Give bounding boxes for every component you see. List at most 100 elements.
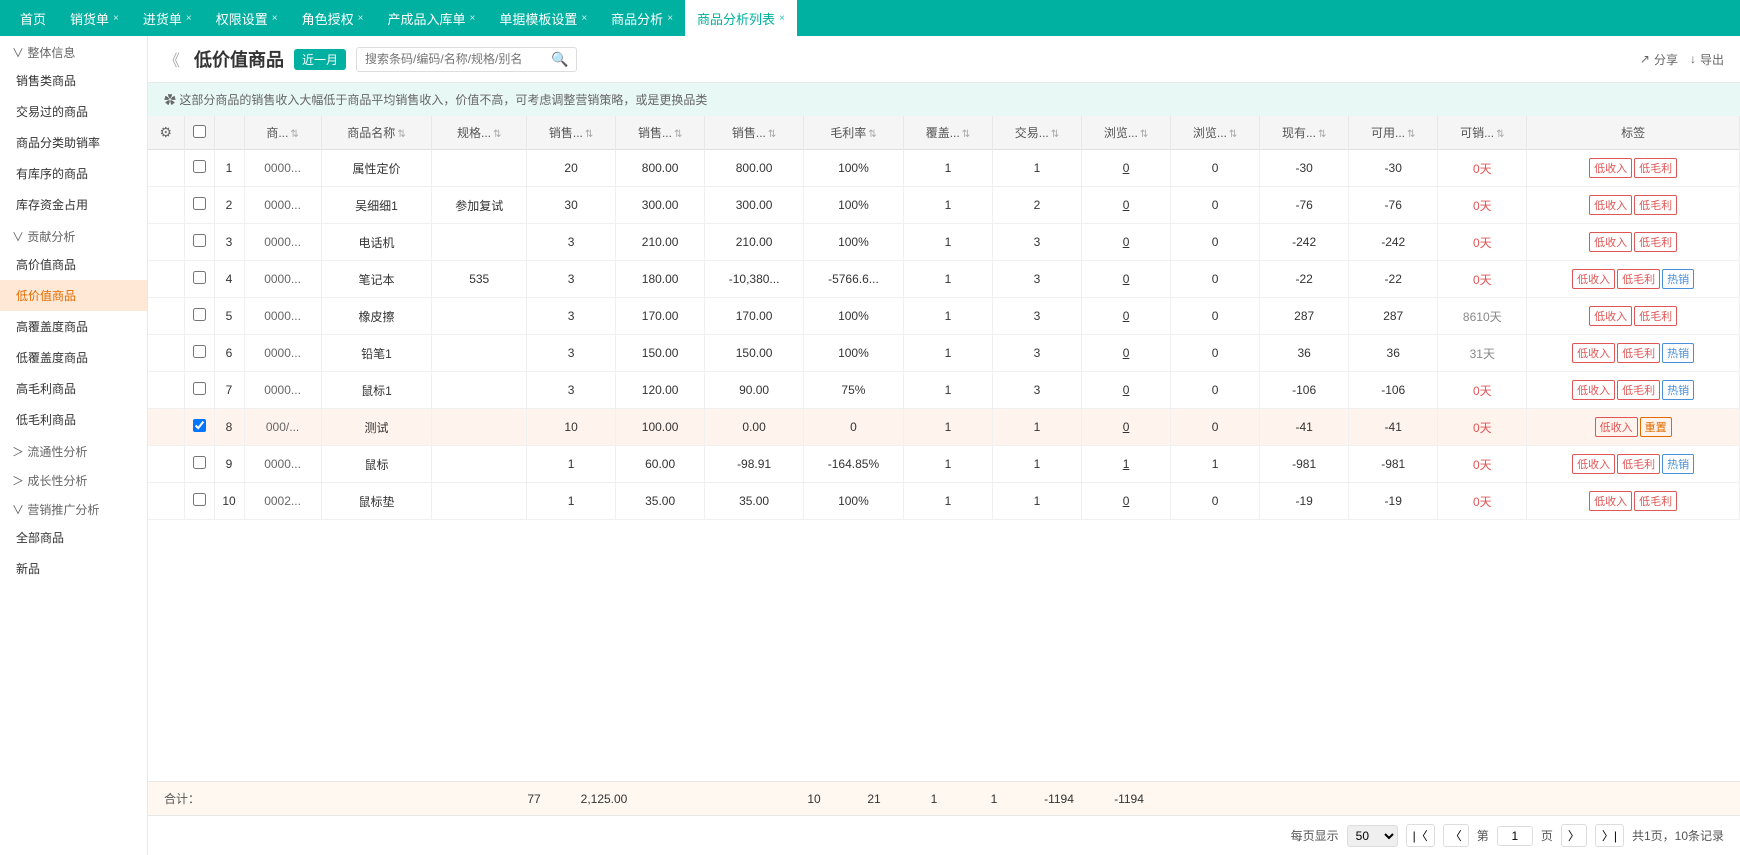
filter-tag[interactable]: 近一月: [294, 49, 346, 70]
page-number-input[interactable]: [1497, 826, 1533, 846]
sidebar-group-growth[interactable]: ＞ 成长性分析: [0, 464, 147, 493]
table-container[interactable]: ⚙ 商...⇅ 商品名称⇅ 规格...⇅ 销售...⇅ 销售...⇅ 销售...…: [148, 116, 1740, 781]
sidebar-item-traded-products[interactable]: 交易过的商品: [0, 96, 147, 127]
nav-item-roles[interactable]: 角色授权 ×: [290, 0, 376, 36]
next-page-button[interactable]: 〉: [1561, 824, 1587, 847]
close-icon[interactable]: ×: [779, 13, 785, 24]
row-checkbox[interactable]: [193, 308, 206, 321]
settings-col-header[interactable]: ⚙: [148, 116, 184, 150]
select-all-checkbox[interactable]: [193, 125, 206, 138]
views1-link[interactable]: 0: [1123, 420, 1130, 434]
col-sales-amount[interactable]: 销售...⇅: [616, 116, 705, 150]
sidebar-item-new-products[interactable]: 新品: [0, 553, 147, 584]
sidebar-group-marketing[interactable]: ∨ 营销推广分析: [0, 493, 147, 522]
sidebar-item-with-stock[interactable]: 有库序的商品: [0, 158, 147, 189]
close-icon[interactable]: ×: [358, 13, 364, 24]
col-code[interactable]: 商...⇅: [244, 116, 321, 150]
nav-item-warehouse[interactable]: 产成品入库单 ×: [375, 0, 487, 36]
views1-link[interactable]: 0: [1123, 383, 1130, 397]
search-input[interactable]: [365, 52, 545, 66]
close-icon[interactable]: ×: [581, 13, 587, 24]
sidebar-item-all-products[interactable]: 全部商品: [0, 522, 147, 553]
row-checkbox[interactable]: [193, 160, 206, 173]
views1-link[interactable]: 0: [1123, 161, 1130, 175]
row-checkbox-cell[interactable]: [184, 372, 214, 409]
row-checkbox-cell[interactable]: [184, 187, 214, 224]
sidebar-item-high-value[interactable]: 高价值商品: [0, 249, 147, 280]
row-checkbox[interactable]: [193, 345, 206, 358]
col-coverage[interactable]: 覆盖...⇅: [903, 116, 992, 150]
row-checkbox-cell[interactable]: [184, 446, 214, 483]
row-checkbox[interactable]: [193, 382, 206, 395]
sidebar-item-stock-capital[interactable]: 库存资金占用: [0, 189, 147, 220]
row-checkbox[interactable]: [193, 493, 206, 506]
nav-item-permissions[interactable]: 权限设置 ×: [204, 0, 290, 36]
nav-item-sales[interactable]: 销货单 ×: [58, 0, 131, 36]
row-checkbox-cell[interactable]: [184, 409, 214, 446]
row-checkbox[interactable]: [193, 234, 206, 247]
col-views1[interactable]: 浏览...⇅: [1082, 116, 1171, 150]
views1-link[interactable]: 0: [1123, 494, 1130, 508]
row-views1[interactable]: 1: [1082, 446, 1171, 483]
col-views2[interactable]: 浏览...⇅: [1171, 116, 1260, 150]
col-gross-rate[interactable]: 毛利率⇅: [804, 116, 904, 150]
export-button[interactable]: ↓ 导出: [1690, 51, 1724, 68]
nav-item-home[interactable]: 首页: [8, 0, 58, 36]
row-checkbox-cell[interactable]: [184, 224, 214, 261]
row-checkbox-cell[interactable]: [184, 261, 214, 298]
sidebar-item-low-coverage[interactable]: 低覆盖度商品: [0, 342, 147, 373]
col-sales-qty[interactable]: 销售...⇅: [527, 116, 616, 150]
sidebar-item-category-rate[interactable]: 商品分类助销率: [0, 127, 147, 158]
row-checkbox-cell[interactable]: [184, 298, 214, 335]
row-views1[interactable]: 0: [1082, 298, 1171, 335]
row-checkbox[interactable]: [193, 419, 206, 432]
settings-icon[interactable]: ⚙: [159, 124, 172, 140]
nav-item-template[interactable]: 单据模板设置 ×: [487, 0, 599, 36]
close-icon[interactable]: ×: [186, 13, 192, 24]
prev-page-button[interactable]: 〈: [1443, 824, 1469, 847]
close-icon[interactable]: ×: [113, 13, 119, 24]
sidebar-collapse-button[interactable]: 《: [164, 47, 180, 71]
views1-link[interactable]: 1: [1123, 457, 1130, 471]
col-transactions[interactable]: 交易...⇅: [992, 116, 1081, 150]
row-views1[interactable]: 0: [1082, 187, 1171, 224]
sidebar-group-overall[interactable]: ∨ 整体信息: [0, 36, 147, 65]
row-checkbox-cell[interactable]: [184, 483, 214, 520]
row-views1[interactable]: 0: [1082, 409, 1171, 446]
col-name[interactable]: 商品名称⇅: [321, 116, 432, 150]
row-checkbox-cell[interactable]: [184, 150, 214, 187]
col-spec[interactable]: 规格...⇅: [432, 116, 527, 150]
nav-item-analysis-list[interactable]: 商品分析列表 ×: [685, 0, 797, 36]
share-button[interactable]: ↗ 分享: [1640, 51, 1678, 68]
checkbox-col-header[interactable]: [184, 116, 214, 150]
nav-item-analysis[interactable]: 商品分析 ×: [599, 0, 685, 36]
row-checkbox-cell[interactable]: [184, 335, 214, 372]
row-checkbox[interactable]: [193, 271, 206, 284]
sidebar-item-low-value[interactable]: 低价值商品: [0, 280, 147, 311]
sidebar-group-contribution[interactable]: ∨ 贡献分析: [0, 220, 147, 249]
row-views1[interactable]: 0: [1082, 224, 1171, 261]
sidebar-group-circulation[interactable]: ＞ 流通性分析: [0, 435, 147, 464]
sidebar-item-low-margin[interactable]: 低毛利商品: [0, 404, 147, 435]
views1-link[interactable]: 0: [1123, 309, 1130, 323]
row-views1[interactable]: 0: [1082, 150, 1171, 187]
col-stock[interactable]: 现有...⇅: [1260, 116, 1349, 150]
sidebar-item-high-coverage[interactable]: 高覆盖度商品: [0, 311, 147, 342]
row-views1[interactable]: 0: [1082, 372, 1171, 409]
views1-link[interactable]: 0: [1123, 235, 1130, 249]
page-size-select[interactable]: 50 100 200: [1347, 825, 1398, 847]
sidebar-item-sales-products[interactable]: 销售类商品: [0, 65, 147, 96]
col-sales-avg[interactable]: 销售...⇅: [705, 116, 804, 150]
views1-link[interactable]: 0: [1123, 272, 1130, 286]
last-page-button[interactable]: 〉|: [1595, 824, 1624, 847]
sidebar-item-high-margin[interactable]: 高毛利商品: [0, 373, 147, 404]
views1-link[interactable]: 0: [1123, 346, 1130, 360]
close-icon[interactable]: ×: [667, 13, 673, 24]
first-page-button[interactable]: |〈: [1406, 824, 1435, 847]
nav-item-purchase[interactable]: 进货单 ×: [131, 0, 204, 36]
close-icon[interactable]: ×: [469, 13, 475, 24]
views1-link[interactable]: 0: [1123, 198, 1130, 212]
close-icon[interactable]: ×: [272, 13, 278, 24]
row-checkbox[interactable]: [193, 456, 206, 469]
row-views1[interactable]: 0: [1082, 261, 1171, 298]
